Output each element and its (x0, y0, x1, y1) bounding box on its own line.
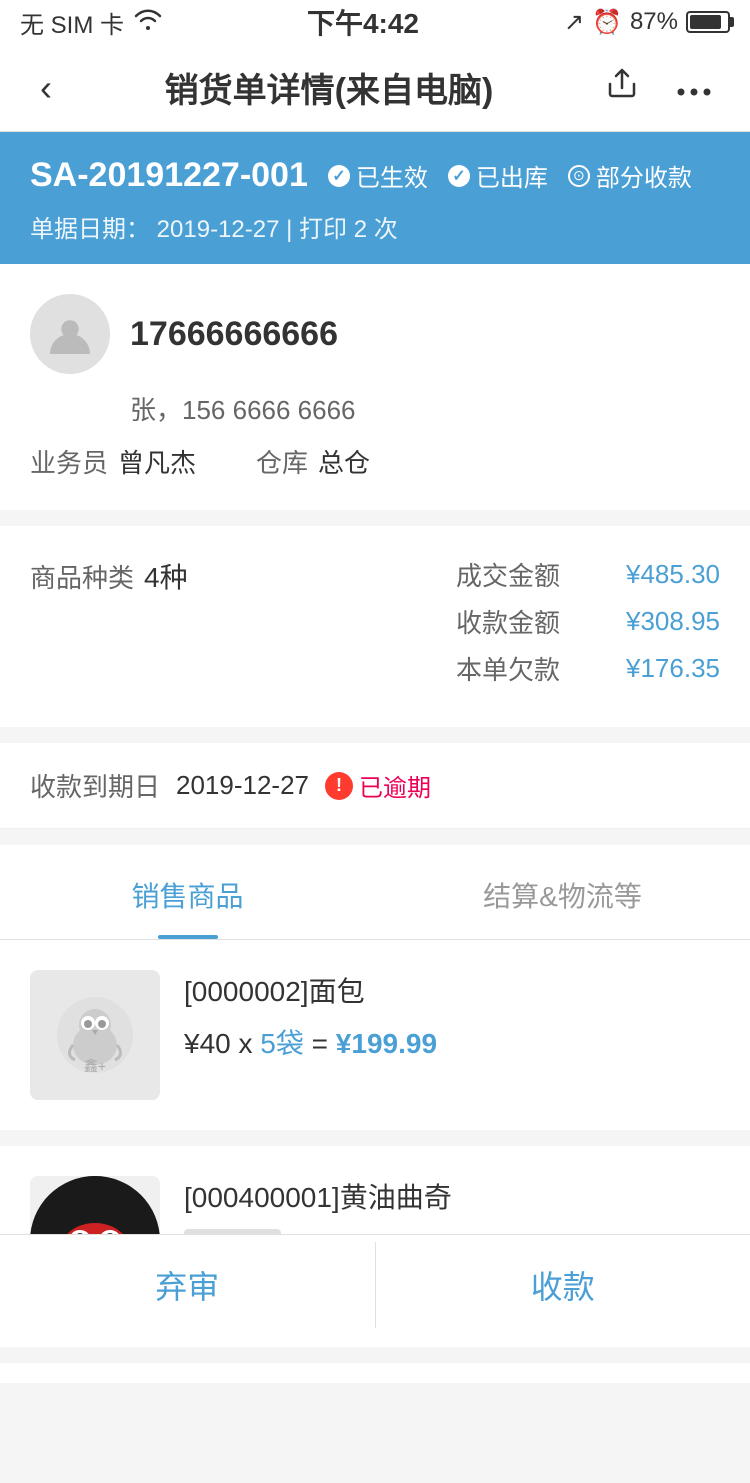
more-products-hint (0, 1363, 750, 1383)
owl-icon: 鑫+ (30, 970, 160, 1100)
alarm-icon: ⏰ (592, 8, 622, 37)
due-date: 2019-12-27 (176, 770, 309, 801)
tab-sales-products[interactable]: 销售商品 (0, 845, 375, 939)
summary-section: 商品种类 4种 成交金额 ¥485.30 收款金额 ¥308.95 本单欠款 ¥… (0, 526, 750, 727)
kinds-label: 商品种类 (30, 558, 134, 595)
tabs-section: 销售商品 结算&物流等 (0, 845, 750, 940)
salesperson-label: 业务员 (30, 443, 108, 480)
debt-label: 本单欠款 (456, 650, 560, 687)
salesperson-value: 曾凡杰 (118, 443, 196, 480)
product-qty-bread: 5袋 (260, 1028, 304, 1059)
more-button[interactable] (668, 63, 720, 113)
summary-right: 成交金额 ¥485.30 收款金额 ¥308.95 本单欠款 ¥176.35 (456, 556, 720, 697)
deal-amount-label: 成交金额 (456, 556, 560, 593)
tab-settlement-logistics[interactable]: 结算&物流等 (375, 845, 750, 939)
product-price-bread: ¥40 x 5袋 = ¥199.99 (184, 1022, 720, 1062)
wifi-icon (134, 8, 162, 36)
product-total-bread: ¥199.99 (336, 1028, 437, 1059)
cancel-audit-button[interactable]: 弃审 (0, 1242, 376, 1328)
nav-actions (596, 58, 720, 118)
carrier-text: 无 SIM 卡 (20, 5, 124, 40)
check-icon-2: ✓ (448, 165, 470, 187)
kinds-value: 4种 (144, 556, 188, 596)
order-date-row: 单据日期： 2019-12-27 | 打印 2 次 (30, 209, 720, 244)
check-icon-1: ✓ (328, 165, 350, 187)
product-name-bread: [0000002]面包 (184, 970, 720, 1010)
share-button[interactable] (596, 58, 648, 118)
clock-icon: ⊙ (568, 165, 590, 187)
overdue-icon: ! (325, 772, 353, 800)
time-text: 下午4:42 (307, 2, 419, 42)
order-id: SA-20191227-001 (30, 156, 308, 195)
order-header: SA-20191227-001 ✓ 已生效 ✓ 已出库 ⊙ 部分收款 单据日期：… (0, 132, 750, 264)
debt-value: ¥176.35 (580, 653, 720, 684)
customer-phone: 17666666666 (130, 315, 338, 354)
warehouse-label: 仓库 (256, 443, 308, 480)
product-name-cookie: [000400001]黄油曲奇 (184, 1176, 720, 1216)
status-partial: ⊙ 部分收款 (568, 158, 692, 193)
overdue-badge: ! 已逾期 (325, 768, 431, 803)
bottom-bar: 弃审 收款 (0, 1234, 750, 1334)
customer-meta: 业务员 曾凡杰 仓库 总仓 (30, 443, 720, 480)
customer-name: 张，156 6666 6666 (130, 390, 720, 427)
status-effective: ✓ 已生效 (328, 158, 428, 193)
overdue-text: 已逾期 (359, 768, 431, 803)
received-label: 收款金额 (456, 603, 560, 640)
due-label: 收款到期日 (30, 767, 160, 804)
warehouse-value: 总仓 (318, 443, 370, 480)
battery-percent: 87% (630, 8, 678, 36)
nav-title: 销货单详情(来自电脑) (165, 63, 494, 112)
received-value: ¥308.95 (580, 606, 720, 637)
status-bar: 无 SIM 卡 下午4:42 ↗ ⏰ 87% (0, 0, 750, 44)
battery-icon (686, 11, 730, 33)
avatar (30, 294, 110, 374)
svg-text:鑫+: 鑫+ (84, 1058, 106, 1074)
customer-section: 17666666666 张，156 6666 6666 业务员 曾凡杰 仓库 总… (0, 264, 750, 510)
product-item-bread: 鑫+ [0000002]面包 ¥40 x 5袋 = ¥199.99 (0, 940, 750, 1130)
nav-bar: ‹ 销货单详情(来自电脑) (0, 44, 750, 132)
status-shipped: ✓ 已出库 (448, 158, 548, 193)
location-icon: ↗ (564, 8, 584, 37)
product-info-bread: [0000002]面包 ¥40 x 5袋 = ¥199.99 (184, 970, 720, 1062)
collect-button[interactable]: 收款 (376, 1242, 750, 1328)
deal-amount-value: ¥485.30 (580, 559, 720, 590)
due-section: 收款到期日 2019-12-27 ! 已逾期 (0, 743, 750, 829)
back-button[interactable]: ‹ (30, 57, 62, 119)
product-thumb-bread: 鑫+ (30, 970, 160, 1100)
